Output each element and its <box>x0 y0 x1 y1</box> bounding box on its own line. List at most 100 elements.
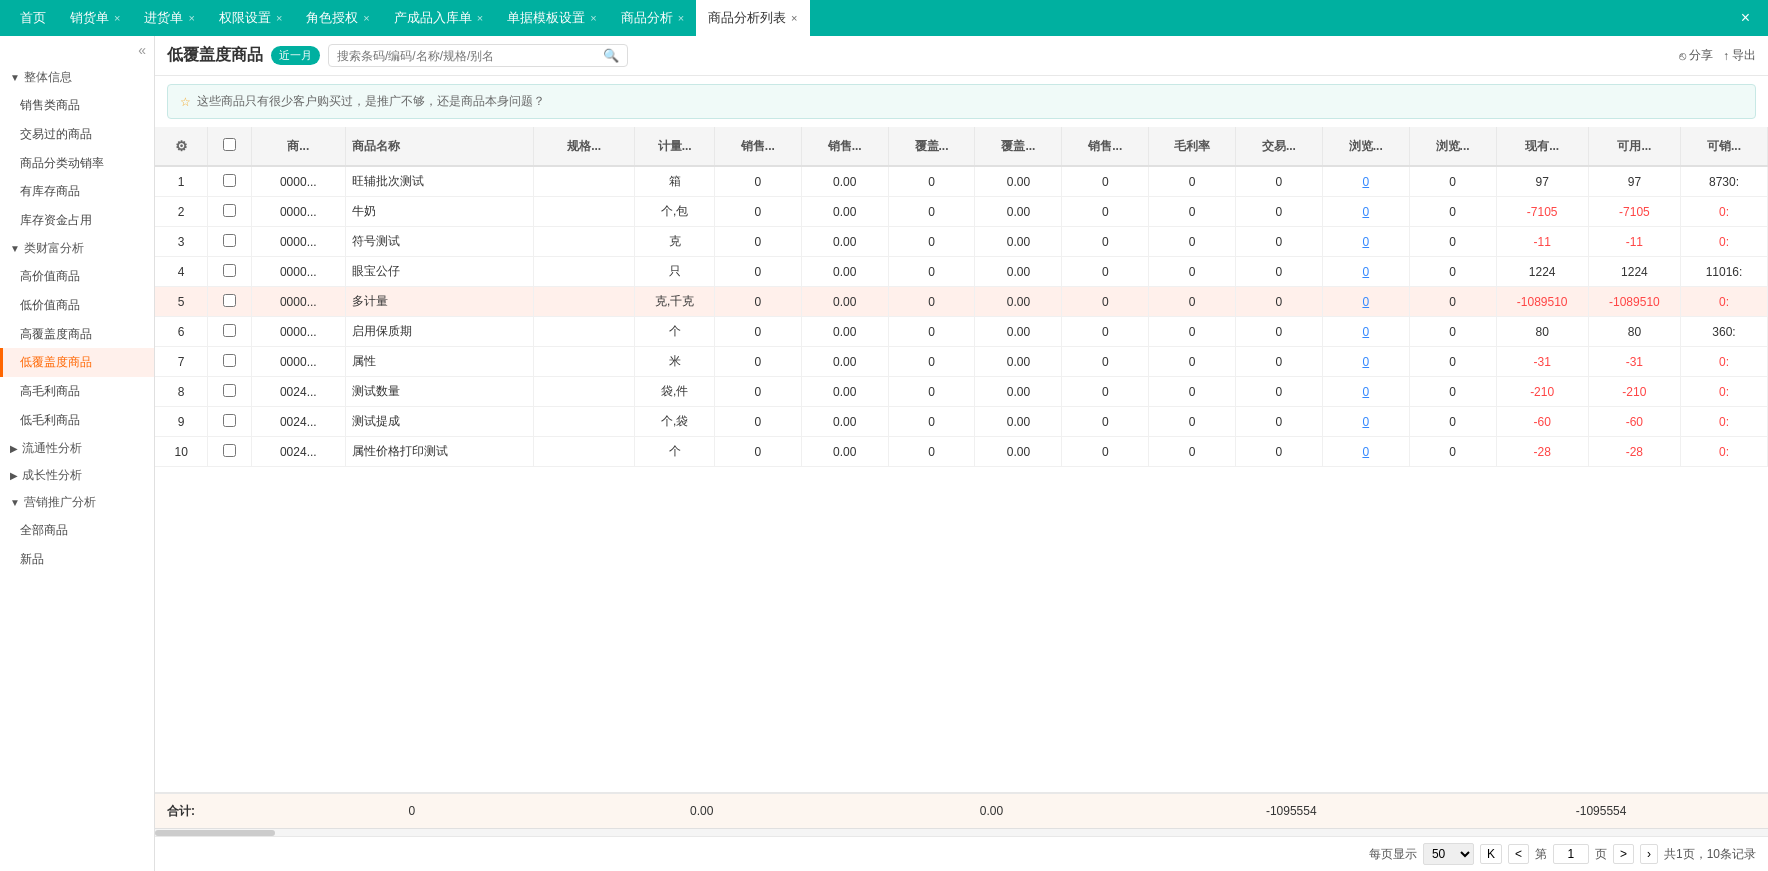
row-check[interactable] <box>208 377 251 407</box>
sidebar-item-high-gross[interactable]: 高毛利商品 <box>0 377 154 406</box>
sidebar-item-low-value[interactable]: 低价值商品 <box>0 291 154 320</box>
row-checkbox[interactable] <box>223 204 236 217</box>
row-check[interactable] <box>208 287 251 317</box>
row-checkbox[interactable] <box>223 294 236 307</box>
row-check[interactable] <box>208 166 251 197</box>
date-badge[interactable]: 近一月 <box>271 46 320 65</box>
per-page-select[interactable]: 50 20 100 200 <box>1423 843 1474 865</box>
col-header-current-stock[interactable]: 现有... <box>1496 127 1588 166</box>
export-button[interactable]: ↑ 导出 <box>1723 47 1756 64</box>
row-checkbox[interactable] <box>223 324 236 337</box>
col-header-browse2[interactable]: 浏览... <box>1409 127 1496 166</box>
nav-product-warehouse[interactable]: 产成品入库单 × <box>382 0 495 36</box>
col-header-sales-qty[interactable]: 销售... <box>714 127 801 166</box>
sidebar-item-high-value[interactable]: 高价值商品 <box>0 262 154 291</box>
nav-goods-analysis[interactable]: 商品分析 × <box>609 0 696 36</box>
row-checkbox[interactable] <box>223 414 236 427</box>
row-browse1[interactable]: 0 <box>1322 166 1409 197</box>
first-page-button[interactable]: K <box>1480 844 1502 864</box>
row-browse1[interactable]: 0 <box>1322 257 1409 287</box>
close-icon[interactable]: × <box>791 12 797 24</box>
row-check[interactable] <box>208 227 251 257</box>
row-checkbox[interactable] <box>223 384 236 397</box>
close-icon[interactable]: × <box>477 12 483 24</box>
col-header-sales-amount[interactable]: 销售... <box>801 127 888 166</box>
table-container[interactable]: ⚙ 商... 商品名称 规格... 计量... 销售... 销售... 覆盖..… <box>155 127 1768 792</box>
sidebar-item-in-stock[interactable]: 有库存商品 <box>0 177 154 206</box>
row-check[interactable] <box>208 257 251 287</box>
nav-permission-settings[interactable]: 权限设置 × <box>207 0 294 36</box>
sidebar-section-marketing[interactable]: ▼ 营销推广分析 <box>0 489 154 516</box>
row-check[interactable] <box>208 437 251 467</box>
sidebar-item-new-goods[interactable]: 新品 <box>0 545 154 574</box>
col-header-browse1[interactable]: 浏览... <box>1322 127 1409 166</box>
search-input[interactable] <box>337 49 603 63</box>
row-browse1[interactable]: 0 <box>1322 227 1409 257</box>
sidebar-collapse-button[interactable]: « <box>0 36 154 64</box>
close-icon[interactable]: × <box>276 12 282 24</box>
window-close-button[interactable]: × <box>1731 9 1760 27</box>
col-header-check[interactable] <box>208 127 251 166</box>
close-icon[interactable]: × <box>590 12 596 24</box>
nav-sales-order[interactable]: 销货单 × <box>58 0 132 36</box>
close-icon[interactable]: × <box>678 12 684 24</box>
horizontal-scrollbar[interactable] <box>155 828 1768 836</box>
row-browse1[interactable]: 0 <box>1322 377 1409 407</box>
nav-goods-analysis-list[interactable]: 商品分析列表 × <box>696 0 809 36</box>
sidebar-section-growth[interactable]: ▶ 成长性分析 <box>0 462 154 489</box>
last-page-button[interactable]: › <box>1640 844 1658 864</box>
sidebar-item-sales-goods[interactable]: 销售类商品 <box>0 91 154 120</box>
nav-purchase-order[interactable]: 进货单 × <box>132 0 206 36</box>
nav-template-settings[interactable]: 单据模板设置 × <box>495 0 608 36</box>
close-icon[interactable]: × <box>114 12 120 24</box>
col-header-unit[interactable]: 计量... <box>635 127 715 166</box>
nav-role-auth[interactable]: 角色授权 × <box>294 0 381 36</box>
col-header-trade[interactable]: 交易... <box>1236 127 1323 166</box>
page-number-input[interactable] <box>1553 844 1589 864</box>
sidebar-item-low-coverage[interactable]: 低覆盖度商品 <box>0 348 154 377</box>
sidebar-item-all-goods[interactable]: 全部商品 <box>0 516 154 545</box>
row-browse1[interactable]: 0 <box>1322 197 1409 227</box>
sidebar-section-overall[interactable]: ▼ 整体信息 <box>0 64 154 91</box>
row-checkbox[interactable] <box>223 234 236 247</box>
row-browse1[interactable]: 0 <box>1322 407 1409 437</box>
sidebar-section-liquidity[interactable]: ▶ 流通性分析 <box>0 435 154 462</box>
row-checkbox[interactable] <box>223 264 236 277</box>
next-page-button[interactable]: > <box>1613 844 1634 864</box>
share-button[interactable]: ⎋ 分享 <box>1679 47 1713 64</box>
sidebar-section-wealth[interactable]: ▼ 类财富分析 <box>0 235 154 262</box>
row-checkbox[interactable] <box>223 174 236 187</box>
col-header-usable-stock[interactable]: 可用... <box>1588 127 1680 166</box>
prev-page-button[interactable]: < <box>1508 844 1529 864</box>
row-browse1[interactable]: 0 <box>1322 437 1409 467</box>
sidebar-item-high-coverage[interactable]: 高覆盖度商品 <box>0 320 154 349</box>
col-header-cover2[interactable]: 覆盖... <box>975 127 1062 166</box>
total-label: 合计: <box>167 803 267 820</box>
row-browse1[interactable]: 0 <box>1322 347 1409 377</box>
row-browse1[interactable]: 0 <box>1322 317 1409 347</box>
row-check[interactable] <box>208 347 251 377</box>
col-header-settings[interactable]: ⚙ <box>155 127 208 166</box>
nav-home[interactable]: 首页 <box>8 0 58 36</box>
col-header-saleable[interactable]: 可销... <box>1681 127 1768 166</box>
row-check[interactable] <box>208 317 251 347</box>
col-header-spec[interactable]: 规格... <box>534 127 635 166</box>
sidebar-item-capital-usage[interactable]: 库存资金占用 <box>0 206 154 235</box>
row-check[interactable] <box>208 407 251 437</box>
select-all-checkbox[interactable] <box>223 138 236 151</box>
settings-icon[interactable]: ⚙ <box>169 134 193 158</box>
col-header-sales3[interactable]: 销售... <box>1062 127 1149 166</box>
col-header-gross-rate[interactable]: 毛利率 <box>1149 127 1236 166</box>
close-icon[interactable]: × <box>363 12 369 24</box>
row-checkbox[interactable] <box>223 444 236 457</box>
row-checkbox[interactable] <box>223 354 236 367</box>
sidebar-item-traded-goods[interactable]: 交易过的商品 <box>0 120 154 149</box>
close-icon[interactable]: × <box>188 12 194 24</box>
sidebar-item-low-gross[interactable]: 低毛利商品 <box>0 406 154 435</box>
row-browse1[interactable]: 0 <box>1322 287 1409 317</box>
col-header-name[interactable]: 商品名称 <box>345 127 533 166</box>
col-header-cover1[interactable]: 覆盖... <box>888 127 975 166</box>
row-check[interactable] <box>208 197 251 227</box>
sidebar-item-category-rate[interactable]: 商品分类动销率 <box>0 149 154 178</box>
col-header-code[interactable]: 商... <box>251 127 345 166</box>
